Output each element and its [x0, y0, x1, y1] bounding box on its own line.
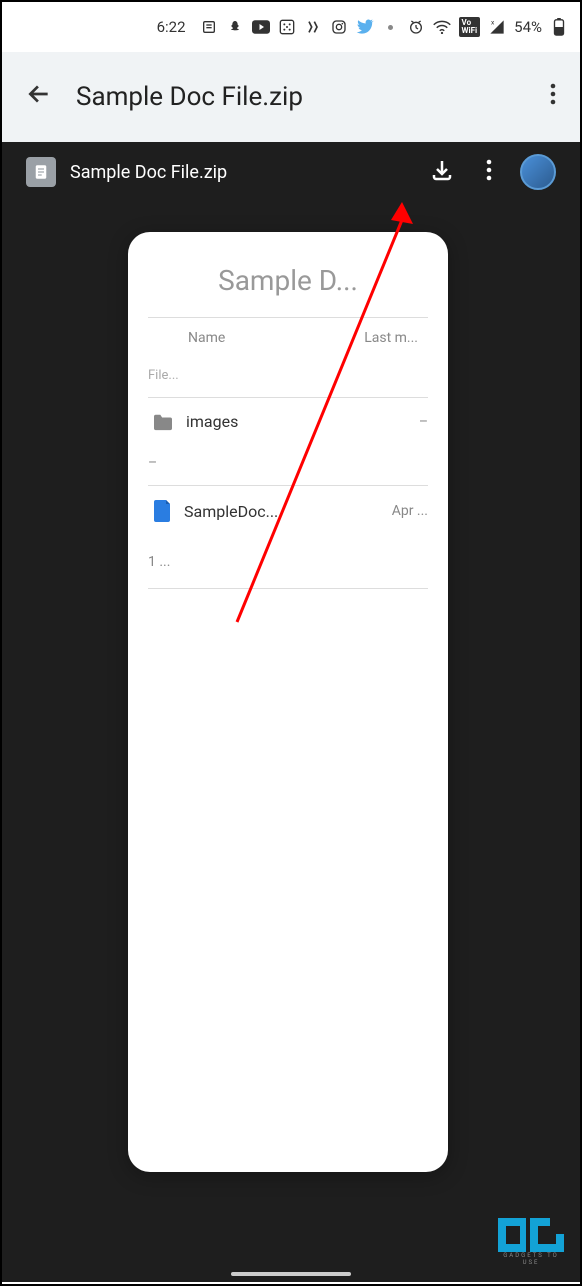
- vowifi-badge: VoWiFi: [459, 17, 481, 37]
- column-header-row: Name Last m...: [148, 318, 428, 358]
- back-arrow-icon[interactable]: [26, 81, 52, 114]
- dash-row: –: [148, 445, 428, 485]
- battery-percent: 54%: [514, 18, 542, 36]
- file-modified: –: [419, 414, 428, 430]
- battery-icon: [550, 18, 568, 36]
- viewer-header: Sample Doc File.zip: [2, 142, 580, 202]
- list-item[interactable]: images –: [148, 398, 428, 445]
- file-modified: Apr ...: [392, 503, 428, 519]
- watermark-logo: GADGETS TO USE: [494, 1214, 568, 1258]
- file-viewer-area: Sample Doc File.zip Sample D... Name Las…: [2, 142, 580, 1282]
- viewer-filename: Sample Doc File.zip: [70, 162, 412, 183]
- download-button[interactable]: [426, 154, 458, 190]
- status-bar: 6:22 VoWiFi x 54%: [2, 2, 580, 52]
- copilot-icon: [304, 18, 322, 36]
- column-name-header: Name: [158, 330, 364, 346]
- grid-icon: [278, 18, 296, 36]
- notification-dot: [388, 25, 393, 30]
- column-modified-header: Last m...: [364, 330, 418, 346]
- watermark-text: GADGETS TO USE: [494, 1252, 568, 1266]
- watermark: GADGETS TO USE: [494, 1214, 568, 1258]
- preview-title: Sample D...: [148, 264, 428, 297]
- file-name: images: [186, 412, 407, 431]
- viewer-more-icon[interactable]: [472, 159, 506, 186]
- signal-icon: x: [488, 18, 506, 36]
- clock-time: 6:22: [157, 18, 186, 36]
- snapchat-icon: [226, 18, 244, 36]
- wifi-icon: [433, 18, 451, 36]
- youtube-icon: [252, 18, 270, 36]
- archive-preview-card: Sample D... Name Last m... File... image…: [128, 232, 448, 1172]
- divider: [148, 588, 428, 589]
- home-indicator[interactable]: [231, 1272, 351, 1276]
- more-options-icon[interactable]: [550, 83, 556, 111]
- doc-file-icon: [154, 500, 172, 522]
- document-icon: [26, 157, 56, 187]
- avatar[interactable]: [520, 154, 556, 190]
- app-top-bar: Sample Doc File.zip: [2, 52, 580, 142]
- section-label-files: File...: [148, 358, 428, 397]
- list-item[interactable]: SampleDoc... Apr ...: [148, 486, 428, 536]
- reader-icon: [200, 18, 218, 36]
- page-title: Sample Doc File.zip: [76, 82, 526, 112]
- alarm-icon: [407, 18, 425, 36]
- folder-icon: [152, 413, 174, 431]
- item-count: 1 ...: [148, 536, 428, 588]
- file-name: SampleDoc...: [184, 502, 380, 521]
- twitter-icon: [356, 18, 374, 36]
- instagram-icon: [330, 18, 348, 36]
- svg-text:x: x: [491, 19, 495, 26]
